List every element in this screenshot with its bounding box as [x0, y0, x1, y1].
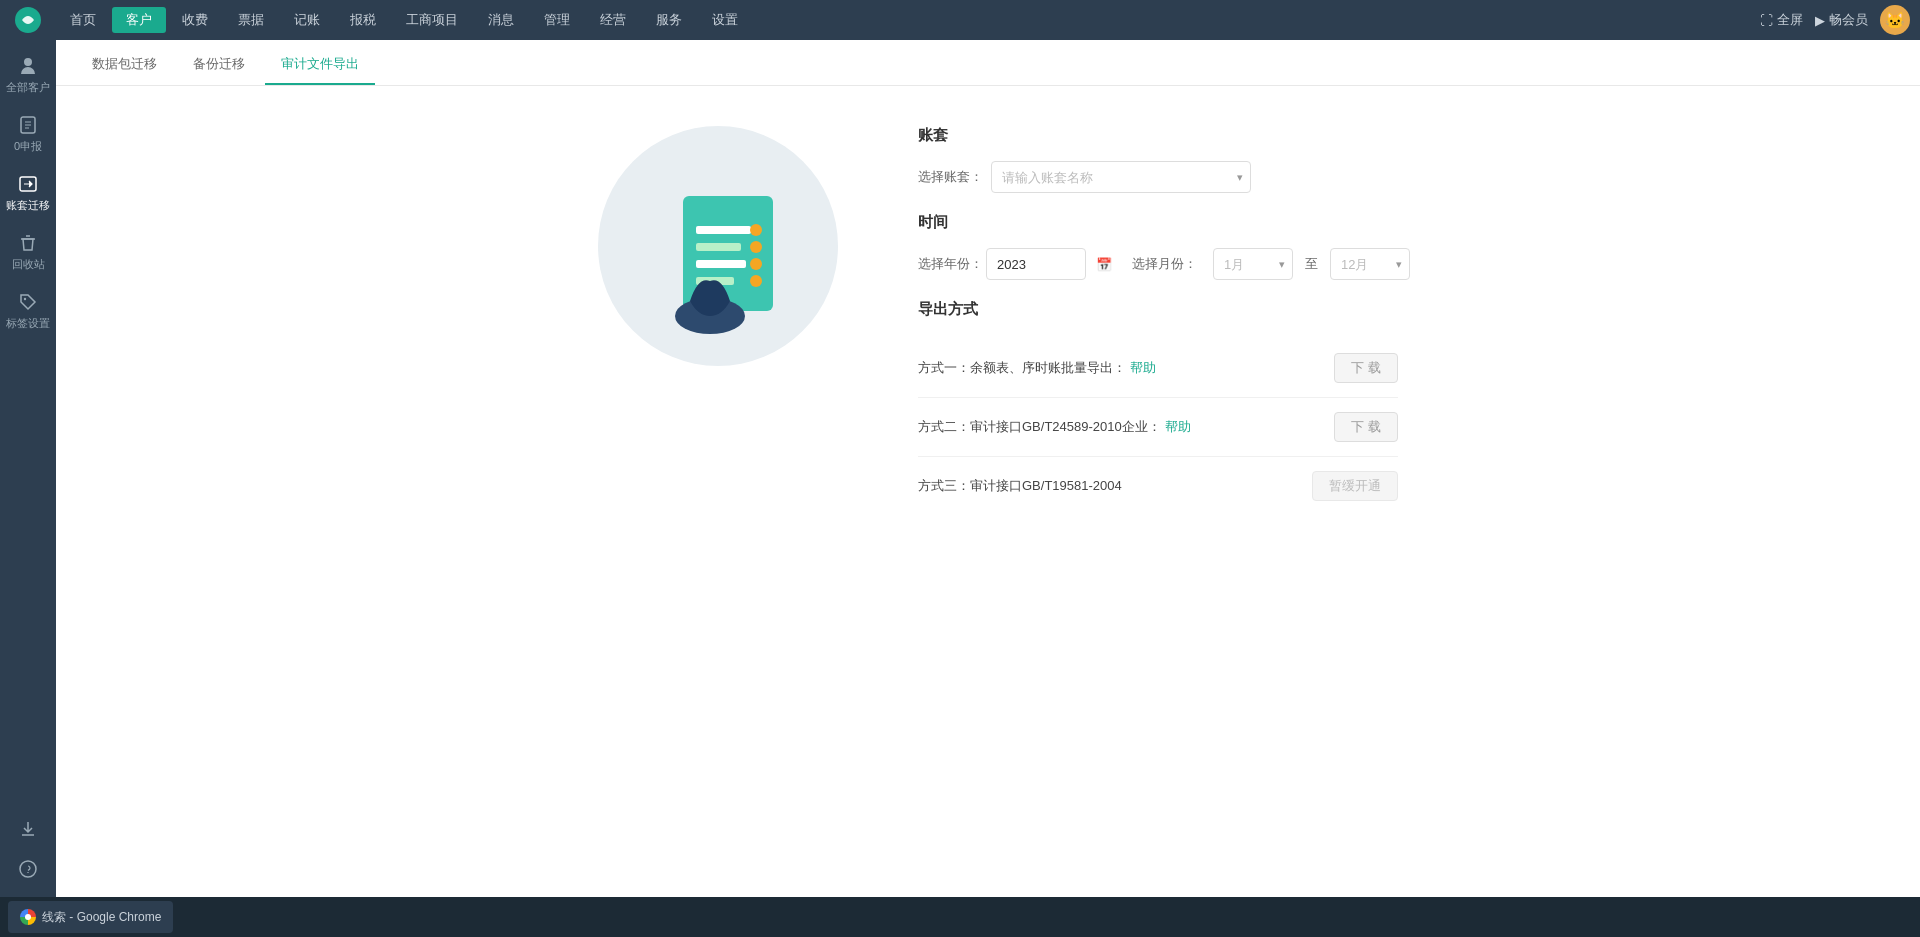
end-month-wrapper: 1月2月3月4月 5月6月7月8月 9月10月11月12月 ▾ — [1330, 248, 1410, 280]
sidebar-label-recycle: 回收站 — [12, 257, 45, 272]
nav-item-客户[interactable]: 客户 — [112, 7, 166, 33]
app-logo — [10, 2, 46, 38]
nav-item-消息[interactable]: 消息 — [474, 7, 528, 33]
year-select-label: 选择年份： — [918, 255, 978, 273]
account-select-label: 选择账套： — [918, 168, 983, 186]
svg-point-12 — [750, 258, 762, 270]
nav-item-工商项目[interactable]: 工商项目 — [392, 7, 472, 33]
sidebar-item-download[interactable] — [2, 811, 54, 847]
time-row: 📅 选择月份： 1月2月3月4月 5月6月7月8月 9月10月11月12月 ▾ … — [986, 248, 1410, 280]
month-select-label: 选择月份： — [1132, 255, 1197, 273]
start-month-wrapper: 1月2月3月4月 5月6月7月8月 9月10月11月12月 ▾ — [1213, 248, 1293, 280]
taskbar-chrome-item[interactable]: 线索 - Google Chrome — [8, 901, 173, 933]
account-select[interactable]: 请输入账套名称 — [991, 161, 1251, 193]
nav-item-报税[interactable]: 报税 — [336, 7, 390, 33]
sidebar-item-help[interactable] — [2, 851, 54, 887]
time-form-row: 选择年份： 📅 选择月份： 1月2月3月4月 5月6月7月8月 9月10月11月… — [918, 248, 1398, 280]
export-method-2-label: 方式二：审计接口GB/T24589-2010企业：帮助 — [918, 418, 1191, 436]
vip-icon: ▶ — [1815, 13, 1825, 28]
export-method-2-button[interactable]: 下 载 — [1334, 412, 1398, 442]
content-area: 数据包迁移 备份迁移 审计文件导出 — [56, 40, 1920, 897]
nav-item-记账[interactable]: 记账 — [280, 7, 334, 33]
svg-point-4 — [20, 861, 36, 877]
sidebar-item-tags[interactable]: 标签设置 — [2, 284, 54, 339]
nav-right: ⛶ 全屏 ▶ 畅会员 🐱 — [1760, 5, 1910, 35]
sidebar-label-transfer: 账套迁移 — [6, 198, 50, 213]
svg-rect-7 — [696, 243, 741, 251]
avatar[interactable]: 🐱 — [1880, 5, 1910, 35]
export-section-title: 导出方式 — [918, 300, 1398, 319]
export-method-3-label: 方式三：审计接口GB/T19581-2004 — [918, 477, 1122, 495]
export-section: 方式一：余额表、序时账批量导出：帮助 下 载 方式二：审计接口GB/T24589… — [918, 339, 1398, 515]
main-layout: 全部客户 0申报 账套迁移 回收站 — [0, 40, 1920, 897]
export-method-1-button[interactable]: 下 载 — [1334, 353, 1398, 383]
export-method-3-button[interactable]: 暂缓开通 — [1312, 471, 1398, 501]
nav-item-首页[interactable]: 首页 — [56, 7, 110, 33]
tabs-bar: 数据包迁移 备份迁移 审计文件导出 — [56, 40, 1920, 86]
time-section-title: 时间 — [918, 213, 1398, 232]
sidebar-label-all-customers: 全部客户 — [6, 80, 50, 95]
page-content: 账套 选择账套： 请输入账套名称 ▾ 时间 选择年份： — [56, 86, 1920, 897]
nav-item-收费[interactable]: 收费 — [168, 7, 222, 33]
svg-point-10 — [750, 224, 762, 236]
nav-item-管理[interactable]: 管理 — [530, 7, 584, 33]
year-input[interactable] — [986, 248, 1086, 280]
tab-data-migration[interactable]: 数据包迁移 — [76, 45, 173, 85]
vip-button[interactable]: ▶ 畅会员 — [1815, 11, 1868, 29]
tab-backup-migration[interactable]: 备份迁移 — [177, 45, 261, 85]
nav-item-票据[interactable]: 票据 — [224, 7, 278, 33]
export-method-2-help[interactable]: 帮助 — [1165, 419, 1191, 434]
form-area: 账套 选择账套： 请输入账套名称 ▾ 时间 选择年份： — [918, 126, 1398, 515]
start-month-select[interactable]: 1月2月3月4月 5月6月7月8月 9月10月11月12月 — [1213, 248, 1293, 280]
export-method-1-help[interactable]: 帮助 — [1130, 360, 1156, 375]
illustration-area — [578, 126, 858, 366]
illustration-circle — [598, 126, 838, 366]
svg-rect-6 — [696, 226, 751, 234]
sidebar-item-transfer[interactable]: 账套迁移 — [2, 166, 54, 221]
sidebar-item-recycle[interactable]: 回收站 — [2, 225, 54, 280]
sidebar: 全部客户 0申报 账套迁移 回收站 — [0, 40, 56, 897]
sidebar-item-declaration[interactable]: 0申报 — [2, 107, 54, 162]
end-month-select[interactable]: 1月2月3月4月 5月6月7月8月 9月10月11月12月 — [1330, 248, 1410, 280]
svg-point-13 — [750, 275, 762, 287]
export-method-3-row: 方式三：审计接口GB/T19581-2004 暂缓开通 — [918, 457, 1398, 515]
nav-item-设置[interactable]: 设置 — [698, 7, 752, 33]
taskbar-chrome-label: 线索 - Google Chrome — [42, 909, 161, 926]
chrome-icon — [20, 909, 36, 925]
taskbar: 线索 - Google Chrome — [0, 897, 1920, 937]
svg-point-11 — [750, 241, 762, 253]
export-method-1-row: 方式一：余额表、序时账批量导出：帮助 下 载 — [918, 339, 1398, 398]
account-select-wrapper: 请输入账套名称 ▾ — [991, 161, 1251, 193]
sidebar-bottom — [2, 811, 54, 897]
to-text: 至 — [1301, 255, 1322, 273]
sidebar-item-all-customers[interactable]: 全部客户 — [2, 48, 54, 103]
export-method-2-row: 方式二：审计接口GB/T24589-2010企业：帮助 下 载 — [918, 398, 1398, 457]
nav-items: 首页客户收费票据记账报税工商项目消息管理经营服务设置 — [56, 7, 1760, 33]
svg-rect-8 — [696, 260, 746, 268]
export-method-1-label: 方式一：余额表、序时账批量导出：帮助 — [918, 359, 1156, 377]
nav-item-经营[interactable]: 经营 — [586, 7, 640, 33]
fullscreen-icon: ⛶ — [1760, 13, 1773, 28]
nav-item-服务[interactable]: 服务 — [642, 7, 696, 33]
sidebar-label-declaration: 0申报 — [14, 139, 42, 154]
svg-point-3 — [24, 298, 26, 300]
calendar-icon: 📅 — [1096, 257, 1112, 272]
fullscreen-button[interactable]: ⛶ 全屏 — [1760, 11, 1803, 29]
account-form-row: 选择账套： 请输入账套名称 ▾ — [918, 161, 1398, 193]
fullscreen-label: 全屏 — [1777, 11, 1803, 29]
sidebar-label-tags: 标签设置 — [6, 316, 50, 331]
vip-label: 畅会员 — [1829, 11, 1868, 29]
top-nav: 首页客户收费票据记账报税工商项目消息管理经营服务设置 ⛶ 全屏 ▶ 畅会员 🐱 — [0, 0, 1920, 40]
account-section-title: 账套 — [918, 126, 1398, 145]
tab-audit-export[interactable]: 审计文件导出 — [265, 45, 375, 85]
